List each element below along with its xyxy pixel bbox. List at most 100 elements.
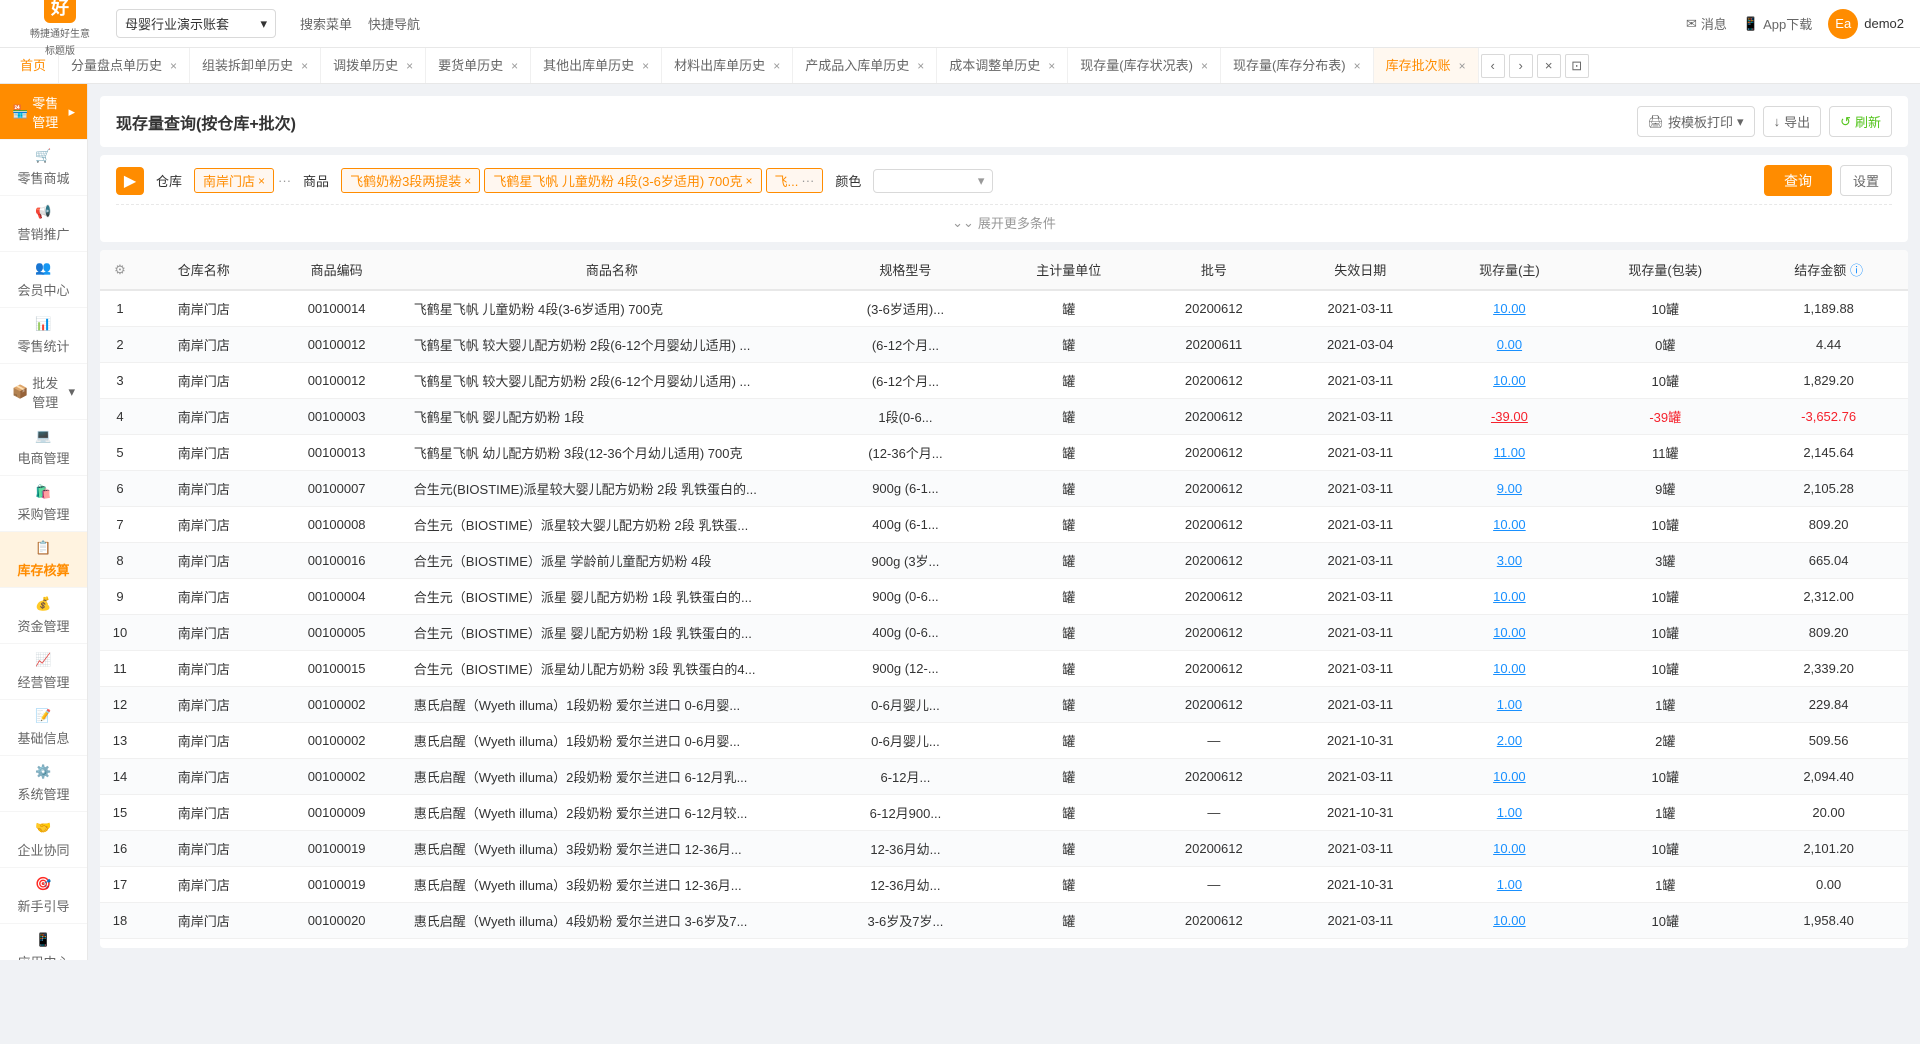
cell-stock-main-13[interactable]: 10.00 <box>1438 759 1582 795</box>
sidebar-item-marketing[interactable]: 📢 营销推广 <box>0 196 87 252</box>
sidebar-item-guide[interactable]: 🎯 新手引导 <box>0 868 87 924</box>
tab-t5-close[interactable]: × <box>642 48 649 84</box>
export-button[interactable]: ↓ 导出 <box>1763 106 1822 137</box>
cell-spec-1: (6-12个月... <box>818 327 993 363</box>
tab-t4-close[interactable]: × <box>511 48 518 84</box>
query-button[interactable]: 查询 <box>1764 165 1832 196</box>
sidebar-item-purchase[interactable]: 🛍️ 采购管理 <box>0 476 87 532</box>
product-tag-0: 飞鹤奶粉3段两提装 × <box>341 168 480 193</box>
sidebar-item-stats[interactable]: 📊 零售统计 <box>0 308 87 364</box>
tab-t2[interactable]: 组装拆卸单历史 × <box>190 48 321 84</box>
filter-expand-btn[interactable]: ▶ <box>116 167 144 195</box>
sidebar-item-collab[interactable]: 🤝 企业协同 <box>0 812 87 868</box>
cell-name-3: 飞鹤星飞帆 婴儿配方奶粉 1段 <box>406 399 818 435</box>
sidebar-item-finance[interactable]: 💰 资金管理 <box>0 588 87 644</box>
cell-stock-main-1[interactable]: 0.00 <box>1438 327 1582 363</box>
cell-code-8: 00100004 <box>267 579 405 615</box>
cell-stock-main-7[interactable]: 3.00 <box>1438 543 1582 579</box>
cell-unit-6: 罐 <box>993 507 1145 543</box>
cell-batch-12: — <box>1145 723 1283 759</box>
setting-icon[interactable]: ⚙ <box>114 262 126 277</box>
cell-stock-main-5[interactable]: 9.00 <box>1438 471 1582 507</box>
tab-t6-close[interactable]: × <box>773 48 780 84</box>
tab-menu-btn[interactable]: ⊡ <box>1565 54 1589 78</box>
tab-t8-close[interactable]: × <box>1048 48 1055 84</box>
color-select[interactable]: ▾ <box>873 169 993 193</box>
tab-t2-close[interactable]: × <box>301 48 308 84</box>
cell-stock-main-9[interactable]: 10.00 <box>1438 615 1582 651</box>
warehouse-more[interactable]: ··· <box>278 173 291 188</box>
th-setting[interactable]: ⚙ <box>100 250 140 290</box>
tab-next-btn[interactable]: › <box>1509 54 1533 78</box>
user-area[interactable]: Ea demo2 <box>1828 9 1904 39</box>
nav-search[interactable]: 搜索菜单 <box>300 14 352 33</box>
warehouse-tag-close[interactable]: × <box>258 174 265 188</box>
tab-close-all-btn[interactable]: × <box>1537 54 1561 78</box>
tab-t3[interactable]: 调拨单历史 × <box>321 48 426 84</box>
tab-t3-close[interactable]: × <box>406 48 413 84</box>
sidebar-item-ecommerce[interactable]: 💻 电商管理 <box>0 420 87 476</box>
cell-stock-main-15[interactable]: 10.00 <box>1438 831 1582 867</box>
tab-t7[interactable]: 产成品入库单历史 × <box>793 48 937 84</box>
sidebar-item-system[interactable]: ⚙️ 系统管理 <box>0 756 87 812</box>
tab-t11-close[interactable]: × <box>1459 48 1466 84</box>
product-tag-1-close[interactable]: × <box>746 174 753 188</box>
sidebar-item-store[interactable]: 🛒 零售商城 <box>0 140 87 196</box>
industry-arrow-icon: ▾ <box>260 16 267 32</box>
setting-button[interactable]: 设置 <box>1840 165 1892 196</box>
tab-t6[interactable]: 材料出库单历史 × <box>662 48 793 84</box>
product-filter-label: 商品 <box>303 171 329 190</box>
product-more[interactable]: ··· <box>801 173 814 188</box>
product-filter-tags: 飞鹤奶粉3段两提装 × 飞鹤星飞帆 儿童奶粉 4段(3-6岁适用) 700克 ×… <box>341 168 823 193</box>
industry-selector[interactable]: 母婴行业演示账套 ▾ <box>116 9 276 38</box>
cell-stock-main-16[interactable]: 1.00 <box>1438 867 1582 903</box>
app-download-button[interactable]: 📱 App下载 <box>1743 14 1812 33</box>
cell-stock-main-3[interactable]: -39.00 <box>1438 399 1582 435</box>
th-stock-pkg: 现存量(包装) <box>1581 250 1749 290</box>
cell-stock-main-14[interactable]: 1.00 <box>1438 795 1582 831</box>
logo-area: 好 畅捷通好生意 标题版 <box>16 0 104 57</box>
cell-stock-main-2[interactable]: 10.00 <box>1438 363 1582 399</box>
tab-t4[interactable]: 要货单历史 × <box>426 48 531 84</box>
sidebar-item-apps[interactable]: 📱 应用中心 <box>0 924 87 960</box>
tab-prev-btn[interactable]: ‹ <box>1481 54 1505 78</box>
sidebar-item-wholesale[interactable]: 📦 批发管理 ▾ <box>0 364 87 420</box>
cell-stock-main-11[interactable]: 1.00 <box>1438 687 1582 723</box>
tab-t10-close[interactable]: × <box>1354 48 1361 84</box>
expand-more-btn[interactable]: ⌄⌄ 展开更多条件 <box>952 213 1056 232</box>
sidebar-item-inventory[interactable]: 📋 库存核算 <box>0 532 87 588</box>
cell-stock-main-0[interactable]: 10.00 <box>1438 290 1582 327</box>
tab-t9-close[interactable]: × <box>1201 48 1208 84</box>
message-button[interactable]: ✉ 消息 <box>1686 14 1727 33</box>
tab-t10[interactable]: 现存量(库存分布表) × <box>1221 48 1374 84</box>
cell-stock-pkg-9: 10罐 <box>1581 615 1749 651</box>
page-actions: 🖨 按模板打印 ▾ ↓ 导出 ↺ 刷新 <box>1637 106 1893 137</box>
tab-t9[interactable]: 现存量(库存状况表) × <box>1068 48 1221 84</box>
cell-stock-main-18[interactable]: 10.00 <box>1438 939 1582 949</box>
nav-shortcuts[interactable]: 快捷导航 <box>368 14 420 33</box>
cell-stock-main-4[interactable]: 11.00 <box>1438 435 1582 471</box>
cell-stock-main-10[interactable]: 10.00 <box>1438 651 1582 687</box>
product-tag-0-close[interactable]: × <box>464 174 471 188</box>
tab-t11[interactable]: 库存批次账 × <box>1374 48 1479 84</box>
tab-t5[interactable]: 其他出库单历史 × <box>531 48 662 84</box>
cell-stock-main-17[interactable]: 10.00 <box>1438 903 1582 939</box>
sidebar-item-basic[interactable]: 📝 基础信息 <box>0 700 87 756</box>
cell-warehouse-18: 南岸门店 <box>140 939 267 949</box>
tab-t8[interactable]: 成本调整单历史 × <box>937 48 1068 84</box>
template-print-button[interactable]: 🖨 按模板打印 ▾ <box>1637 106 1755 137</box>
cell-name-6: 合生元（BIOSTIME）派星较大婴儿配方奶粉 2段 乳铁蛋... <box>406 507 818 543</box>
tab-t1-close[interactable]: × <box>170 48 177 84</box>
tab-t7-close[interactable]: × <box>917 48 924 84</box>
cell-stock-main-12[interactable]: 2.00 <box>1438 723 1582 759</box>
amount-info-icon[interactable]: ⓘ <box>1850 263 1863 278</box>
cell-stock-main-8[interactable]: 10.00 <box>1438 579 1582 615</box>
cell-batch-13: 20200612 <box>1145 759 1283 795</box>
sidebar-item-operation[interactable]: 📈 经营管理 <box>0 644 87 700</box>
table-wrapper[interactable]: ⚙ 仓库名称 商品编码 商品名称 规格型号 主计量单位 批号 失效日期 现存量(… <box>100 250 1908 948</box>
cell-stock-main-6[interactable]: 10.00 <box>1438 507 1582 543</box>
refresh-button[interactable]: ↺ 刷新 <box>1829 106 1892 137</box>
table-row: 8 南岸门店 00100016 合生元（BIOSTIME）派星 学龄前儿童配方奶… <box>100 543 1908 579</box>
sidebar-item-member[interactable]: 👥 会员中心 <box>0 252 87 308</box>
sidebar-item-retail[interactable]: 🏪 零售管理 ▸ <box>0 84 87 140</box>
